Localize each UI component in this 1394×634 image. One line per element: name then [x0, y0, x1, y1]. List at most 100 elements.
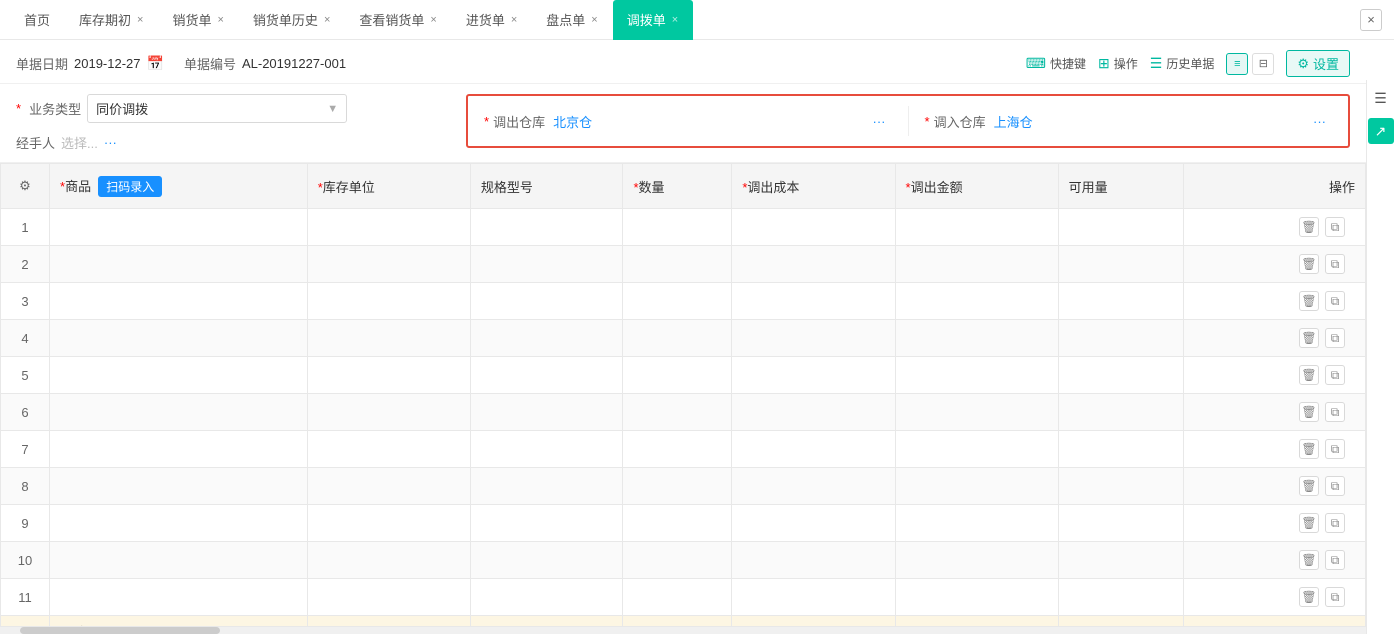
layout-list-icon[interactable]: ≡	[1226, 53, 1248, 75]
close-window-button[interactable]: ×	[1360, 9, 1382, 31]
tab-stock-take[interactable]: 盘点单 ×	[532, 0, 612, 40]
qty-cell[interactable]	[623, 246, 732, 283]
cost-cell[interactable]	[732, 394, 895, 431]
spec-cell[interactable]	[470, 209, 623, 246]
copy-icon[interactable]: ⧉	[1325, 328, 1345, 348]
shortcuts-button[interactable]: ⌨ 快捷键	[1026, 55, 1086, 72]
copy-icon[interactable]: ⧉	[1325, 402, 1345, 422]
copy-icon[interactable]: ⧉	[1325, 291, 1345, 311]
table-gear-icon[interactable]: ⚙	[11, 172, 39, 200]
product-cell[interactable]	[50, 542, 308, 579]
delete-icon[interactable]: 🗑	[1299, 439, 1319, 459]
copy-icon[interactable]: ⧉	[1325, 550, 1345, 570]
copy-icon[interactable]: ⧉	[1325, 254, 1345, 274]
history-button[interactable]: ☰ 历史单据	[1150, 55, 1215, 72]
amount-cell[interactable]	[895, 579, 1058, 616]
delete-icon[interactable]: 🗑	[1299, 291, 1319, 311]
unit-cell[interactable]	[307, 468, 470, 505]
cost-cell[interactable]	[732, 320, 895, 357]
amount-cell[interactable]	[895, 468, 1058, 505]
amount-cell[interactable]	[895, 505, 1058, 542]
delete-icon[interactable]: 🗑	[1299, 254, 1319, 274]
product-cell[interactable]	[50, 246, 308, 283]
copy-icon[interactable]: ⧉	[1325, 439, 1345, 459]
tab-view-sales[interactable]: 查看销货单 ×	[345, 0, 451, 40]
product-cell[interactable]	[50, 283, 308, 320]
business-type-select[interactable]: 同价调拨 ▼	[87, 94, 347, 123]
spec-cell[interactable]	[470, 579, 623, 616]
tab-close-sales-order[interactable]: ×	[217, 14, 223, 26]
product-cell[interactable]	[50, 320, 308, 357]
cost-cell[interactable]	[732, 246, 895, 283]
unit-cell[interactable]	[307, 357, 470, 394]
available-cell[interactable]	[1058, 468, 1183, 505]
amount-cell[interactable]	[895, 246, 1058, 283]
horizontal-scrollbar[interactable]	[0, 626, 1366, 634]
tab-close-view-sales[interactable]: ×	[430, 14, 436, 26]
available-cell[interactable]	[1058, 209, 1183, 246]
cost-cell[interactable]	[732, 505, 895, 542]
copy-icon[interactable]: ⧉	[1325, 513, 1345, 533]
available-cell[interactable]	[1058, 431, 1183, 468]
cost-cell[interactable]	[732, 468, 895, 505]
sidebar-list-icon[interactable]: ☰	[1369, 86, 1393, 110]
copy-icon[interactable]: ⧉	[1325, 587, 1345, 607]
scrollbar-thumb[interactable]	[20, 627, 220, 634]
delete-icon[interactable]: 🗑	[1299, 587, 1319, 607]
copy-icon[interactable]: ⧉	[1325, 217, 1345, 237]
copy-icon[interactable]: ⧉	[1325, 365, 1345, 385]
spec-cell[interactable]	[470, 542, 623, 579]
sidebar-export-icon[interactable]: ↗	[1368, 118, 1394, 144]
unit-cell[interactable]	[307, 505, 470, 542]
cost-cell[interactable]	[732, 542, 895, 579]
amount-cell[interactable]	[895, 209, 1058, 246]
qty-cell[interactable]	[623, 542, 732, 579]
product-cell[interactable]	[50, 579, 308, 616]
amount-cell[interactable]	[895, 431, 1058, 468]
unit-cell[interactable]	[307, 320, 470, 357]
unit-cell[interactable]	[307, 209, 470, 246]
qty-cell[interactable]	[623, 394, 732, 431]
available-cell[interactable]	[1058, 542, 1183, 579]
tab-purchase-order[interactable]: 进货单 ×	[452, 0, 532, 40]
qty-cell[interactable]	[623, 209, 732, 246]
spec-cell[interactable]	[470, 283, 623, 320]
tab-sales-history[interactable]: 销货单历史 ×	[239, 0, 345, 40]
delete-icon[interactable]: 🗑	[1299, 217, 1319, 237]
product-cell[interactable]	[50, 209, 308, 246]
spec-cell[interactable]	[470, 468, 623, 505]
product-cell[interactable]	[50, 505, 308, 542]
qty-cell[interactable]	[623, 357, 732, 394]
source-warehouse-more[interactable]: ···	[867, 114, 892, 129]
qty-cell[interactable]	[623, 468, 732, 505]
available-cell[interactable]	[1058, 579, 1183, 616]
spec-cell[interactable]	[470, 431, 623, 468]
unit-cell[interactable]	[307, 246, 470, 283]
spec-cell[interactable]	[470, 246, 623, 283]
tab-home[interactable]: 首页	[10, 0, 65, 40]
cost-cell[interactable]	[732, 209, 895, 246]
delete-icon[interactable]: 🗑	[1299, 365, 1319, 385]
amount-cell[interactable]	[895, 283, 1058, 320]
spec-cell[interactable]	[470, 505, 623, 542]
tab-close-purchase-order[interactable]: ×	[511, 14, 517, 26]
amount-cell[interactable]	[895, 394, 1058, 431]
delete-icon[interactable]: 🗑	[1299, 513, 1319, 533]
amount-cell[interactable]	[895, 320, 1058, 357]
available-cell[interactable]	[1058, 283, 1183, 320]
person-more-icon[interactable]: ···	[104, 135, 117, 150]
available-cell[interactable]	[1058, 320, 1183, 357]
amount-cell[interactable]	[895, 542, 1058, 579]
tab-close-inventory-init[interactable]: ×	[137, 14, 143, 26]
unit-cell[interactable]	[307, 283, 470, 320]
qty-cell[interactable]	[623, 431, 732, 468]
product-cell[interactable]	[50, 468, 308, 505]
tab-inventory-init[interactable]: 库存期初 ×	[65, 0, 158, 40]
tab-close-transfer[interactable]: ×	[672, 14, 678, 26]
qty-cell[interactable]	[623, 320, 732, 357]
available-cell[interactable]	[1058, 246, 1183, 283]
source-warehouse-value[interactable]: 北京仓	[553, 112, 592, 131]
cost-cell[interactable]	[732, 579, 895, 616]
available-cell[interactable]	[1058, 357, 1183, 394]
spec-cell[interactable]	[470, 320, 623, 357]
